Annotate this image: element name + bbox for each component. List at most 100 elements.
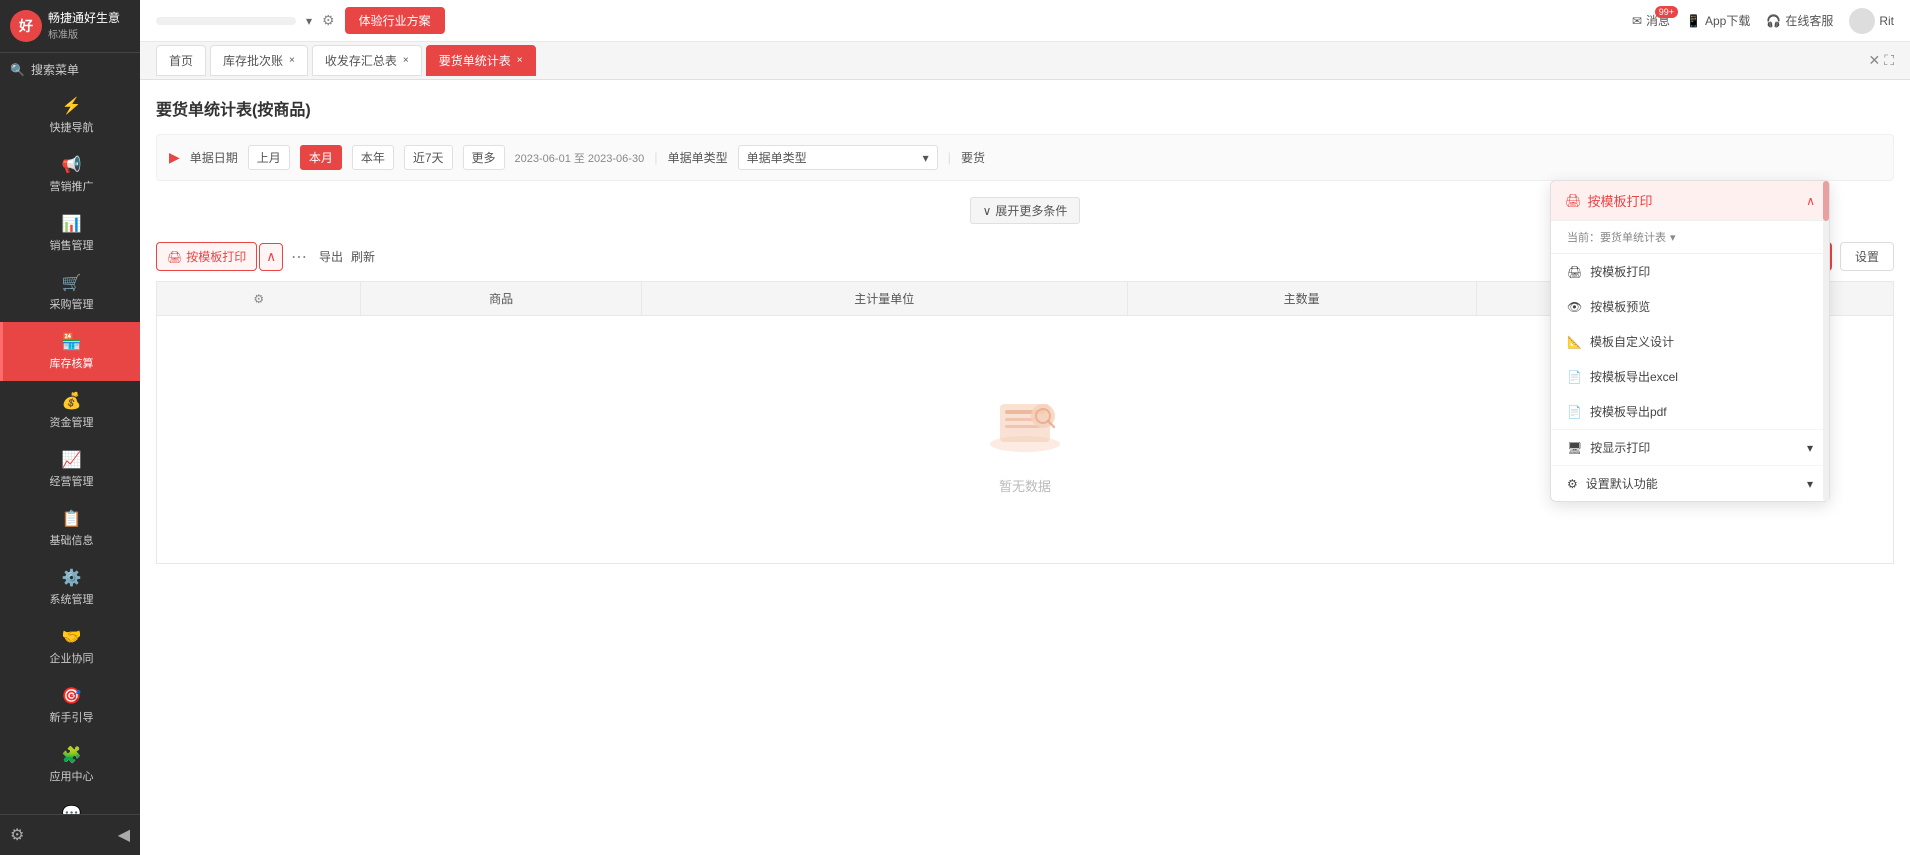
topbar-gear-icon[interactable]: ⚙	[322, 12, 335, 29]
tab-order-stats[interactable]: 要货单统计表 ×	[426, 45, 536, 76]
tab-inventory-batch[interactable]: 库存批次账 ×	[210, 45, 308, 76]
print-chevron-button[interactable]: ∧	[259, 243, 283, 271]
sidebar-item-appstore[interactable]: 🧩 应用中心	[0, 735, 140, 794]
print-template-button[interactable]: 🖨 按模板打印	[156, 242, 257, 271]
topbar-search-box[interactable]	[156, 17, 296, 25]
display-print-arrow: ▾	[1807, 441, 1813, 455]
messages-badge: 99+	[1655, 6, 1678, 18]
online-service-button[interactable]: 🎧 在线客服	[1766, 12, 1833, 29]
table-settings-icon[interactable]: ⚙	[253, 292, 264, 306]
sidebar: 好 畅捷通好生意 标准版 🔍 搜索菜单 ⚡ 快捷导航 📢 营销推广 📊 销售管理…	[0, 0, 140, 855]
template-preview-icon: 👁	[1567, 300, 1582, 314]
refresh-label[interactable]: 刷新	[351, 248, 375, 265]
page-title: 要货单统计表(按商品)	[156, 96, 1894, 120]
dropdown-scrollbar-thumb[interactable]	[1823, 181, 1829, 221]
template-print-label: 按模板打印	[1590, 263, 1650, 280]
sidebar-item-basic[interactable]: 📋 基础信息	[0, 499, 140, 558]
type-filter-label: 单据单类型	[668, 149, 728, 166]
messages-button[interactable]: ✉ 消息 99+	[1632, 12, 1670, 29]
print-label: 按模板打印	[186, 248, 246, 265]
app-tag: 标准版	[48, 26, 120, 41]
sidebar-item-purchase[interactable]: 🛒 采购管理	[0, 263, 140, 322]
dropdown-item-template-pdf[interactable]: 📄 按模板导出pdf	[1551, 394, 1829, 429]
sidebar-item-inventory[interactable]: 🏪 库存核算	[0, 322, 140, 381]
tab-maximize-button[interactable]: ⛶	[1884, 52, 1894, 69]
tab-revenue-summary[interactable]: 收发存汇总表 ×	[312, 45, 422, 76]
settings-button[interactable]: 设置	[1840, 242, 1894, 271]
print-dropdown-header-label: 按模板打印	[1588, 191, 1653, 210]
tab-order-stats-close[interactable]: ×	[517, 55, 523, 66]
print-current-tag: 当前：要货单统计表 ▾	[1551, 220, 1829, 253]
tabbar-buttons: ✕ ⛶	[1868, 52, 1894, 69]
sidebar-item-wechat[interactable]: 💬 企业微信	[0, 794, 140, 814]
dropdown-item-template-print[interactable]: 🖨 按模板打印	[1551, 254, 1829, 289]
order-type-label: 要货	[961, 149, 985, 166]
date-btn-this-year[interactable]: 本年	[352, 145, 394, 170]
settings-icon[interactable]: ⚙	[10, 825, 24, 845]
sidebar-item-label: 资金管理	[50, 414, 94, 430]
date-btn-7days[interactable]: 近7天	[404, 145, 453, 170]
print-dropdown-icon: 🖨	[1565, 193, 1582, 209]
user-name: Rit	[1879, 14, 1894, 28]
tab-home[interactable]: 首页	[156, 45, 206, 76]
tab-inventory-batch-close[interactable]: ×	[289, 55, 295, 66]
sidebar-item-label: 采购管理	[50, 296, 94, 312]
user-avatar[interactable]: Rit	[1849, 8, 1894, 34]
more-actions-icon[interactable]: ⋯	[291, 247, 307, 267]
sidebar-item-sales[interactable]: 📊 销售管理	[0, 204, 140, 263]
date-btn-more[interactable]: 更多	[463, 145, 505, 170]
table-col-settings[interactable]: ⚙	[157, 282, 361, 316]
current-arrow: ▾	[1670, 231, 1676, 244]
collapse-icon[interactable]: ◀	[118, 825, 130, 845]
sidebar-item-finance[interactable]: 💰 资金管理	[0, 381, 140, 440]
finance-icon: 💰	[62, 391, 82, 411]
app-download-button[interactable]: 📱 App下载	[1686, 12, 1750, 29]
topbar-dropdown-icon[interactable]: ▾	[306, 14, 312, 28]
sidebar-item-system[interactable]: ⚙️ 系统管理	[0, 558, 140, 617]
sidebar-item-operation[interactable]: 📈 经营管理	[0, 440, 140, 499]
sidebar-item-marketing[interactable]: 📢 营销推广	[0, 145, 140, 204]
dropdown-item-default-setting[interactable]: ⚙ 设置默认功能 ▾	[1551, 465, 1829, 501]
app-name: 畅捷通好生意	[48, 11, 120, 27]
print-dropdown-close-icon[interactable]: ∧	[1806, 194, 1815, 208]
online-service-label: 在线客服	[1785, 12, 1833, 29]
sidebar-item-label: 销售管理	[50, 237, 94, 253]
basic-icon: 📋	[62, 509, 82, 529]
app-download-label: App下载	[1705, 12, 1750, 29]
sidebar-item-guide[interactable]: 🎯 新手引导	[0, 676, 140, 735]
wechat-icon: 💬	[62, 804, 82, 814]
filter-expand-arrow[interactable]: ▶	[169, 149, 180, 166]
tab-home-label: 首页	[169, 52, 193, 69]
topbar: ▾ ⚙ 体验行业方案 ✉ 消息 99+ 📱 App下载 🎧 在线客服 Rit	[140, 0, 1910, 42]
inventory-icon: 🏪	[62, 332, 82, 352]
type-filter-select[interactable]: 单据单类型 ▾	[738, 145, 938, 170]
print-btn-area: 🖨 按模板打印 ∧	[156, 242, 283, 271]
sidebar-item-label: 库存核算	[50, 355, 94, 371]
sidebar-item-label: 经营管理	[50, 473, 94, 489]
dropdown-item-template-preview[interactable]: 👁 按模板预览	[1551, 289, 1829, 324]
display-print-icon: 🖥	[1567, 441, 1582, 455]
sidebar-item-enterprise[interactable]: 🤝 企业协同	[0, 617, 140, 676]
print-dropdown-header: 🖨 按模板打印 ∧	[1551, 181, 1829, 220]
system-icon: ⚙️	[62, 568, 82, 588]
template-pdf-icon: 📄	[1567, 405, 1582, 419]
trial-button[interactable]: 体验行业方案	[345, 7, 445, 34]
print-icon: 🖨	[167, 250, 182, 264]
date-btn-last-month[interactable]: 上月	[248, 145, 290, 170]
dropdown-item-template-excel[interactable]: 📄 按模板导出excel	[1551, 359, 1829, 394]
tab-close-all-button[interactable]: ✕	[1868, 52, 1880, 69]
enterprise-icon: 🤝	[62, 627, 82, 647]
export-label[interactable]: 导出	[319, 248, 343, 265]
template-pdf-label: 按模板导出pdf	[1590, 403, 1667, 420]
expand-filters-button[interactable]: ∨ 展开更多条件	[970, 197, 1081, 224]
template-custom-label: 模板自定义设计	[1590, 333, 1674, 350]
sidebar-item-quick-nav[interactable]: ⚡ 快捷导航	[0, 86, 140, 145]
marketing-icon: 📢	[62, 155, 82, 175]
tab-revenue-summary-close[interactable]: ×	[403, 55, 409, 66]
date-btn-this-month[interactable]: 本月	[300, 145, 342, 170]
dropdown-item-display-print[interactable]: 🖥 按显示打印 ▾	[1551, 429, 1829, 465]
tabbar: 首页 库存批次账 × 收发存汇总表 × 要货单统计表 × ✕ ⛶	[140, 42, 1910, 80]
dropdown-item-template-custom[interactable]: 📐 模板自定义设计	[1551, 324, 1829, 359]
expand-icon: ∨	[983, 204, 992, 218]
sidebar-search[interactable]: 🔍 搜索菜单	[0, 53, 140, 86]
